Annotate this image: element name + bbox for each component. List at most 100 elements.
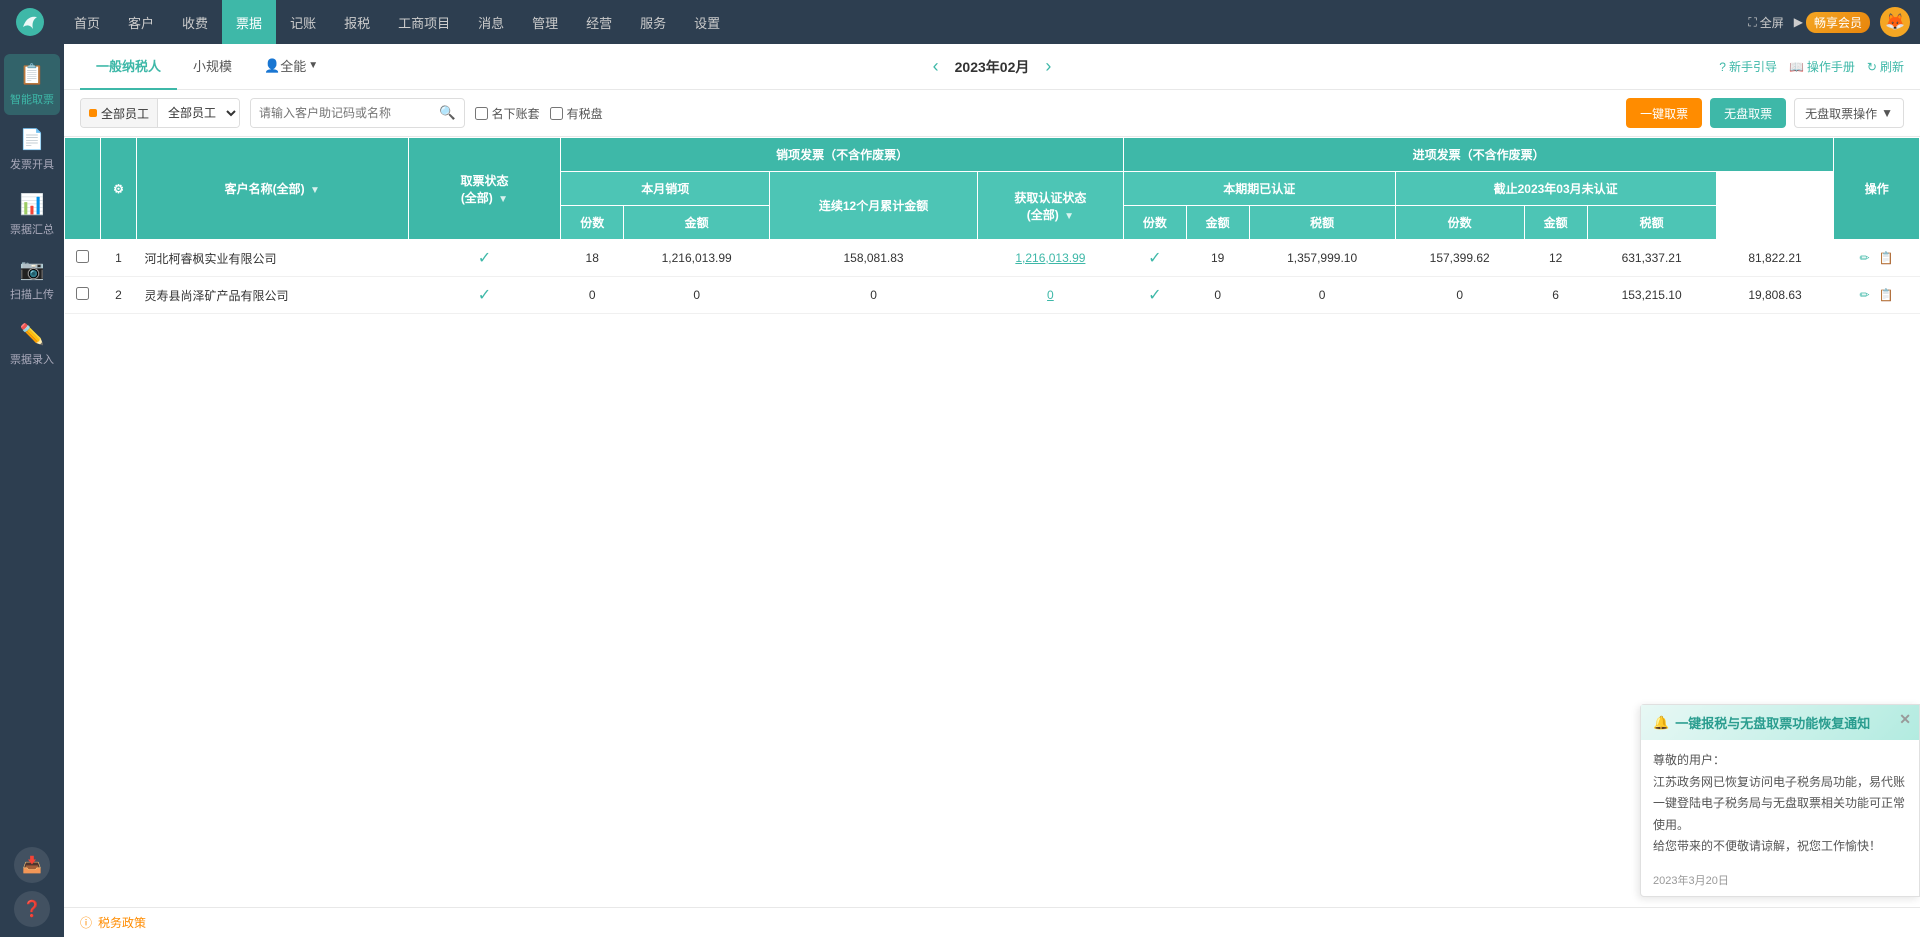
row2-checkbox-input[interactable] [76, 287, 89, 300]
nav-bookkeeping[interactable]: 记账 [276, 0, 330, 44]
row1-cert-amount: 1,357,999.10 [1249, 240, 1395, 277]
tab-small-scale[interactable]: 小规模 [177, 44, 248, 90]
tab-general-taxpayer[interactable]: 一般纳税人 [80, 44, 177, 90]
tab-small-label: 小规模 [193, 56, 232, 75]
row2-month-tax: 0 [770, 277, 978, 314]
nav-messages[interactable]: 消息 [464, 0, 518, 44]
col-name-header[interactable]: 客户名称(全部) ▼ [137, 138, 409, 240]
sub-tabs-bar: 一般纳税人 小规模 👤 全能 ▼ ‹ 2023年02月 › ? 新手引导 📖 操… [64, 44, 1920, 90]
nav-home[interactable]: 首页 [60, 0, 114, 44]
date-next-btn[interactable]: › [1041, 56, 1055, 77]
vip-btn[interactable]: ▶ 畅享会员 [1794, 12, 1870, 33]
invoice-table: ⚙ 客户名称(全部) ▼ 取票状态 (全部) ▼ 销项发票（不含作废票） 进项发… [64, 137, 1920, 314]
nav-business[interactable]: 工商项目 [384, 0, 464, 44]
nav-items: 首页 客户 收费 票据 记账 报税 工商项目 消息 管理 经营 服务 设置 [60, 0, 1748, 44]
checkbox-taxdisk[interactable]: 有税盘 [550, 105, 603, 122]
col-month-sales-header: 本月销项 [561, 172, 770, 206]
one-key-fetch-btn[interactable]: 一键取票 [1626, 98, 1702, 128]
tab-all-label: 全能 [280, 56, 306, 75]
sidebar-item-label-entry: 票据录入 [10, 351, 54, 367]
invoice-entry-icon: ✏️ [20, 322, 45, 347]
checkbox-account[interactable]: 名下账套 [475, 105, 540, 122]
checkbox-taxdisk-input[interactable] [550, 107, 563, 120]
sidebar-item-invoice-entry[interactable]: ✏️ 票据录入 [4, 314, 60, 375]
top-navigation: 首页 客户 收费 票据 记账 报税 工商项目 消息 管理 经营 服务 设置 ⛶ … [0, 0, 1920, 44]
smart-fetch-icon: 📋 [20, 62, 45, 87]
app-logo[interactable] [10, 2, 50, 42]
scan-upload-icon: 📷 [20, 257, 45, 282]
employee-select-label: 全部员工 [81, 99, 158, 127]
invoice-summary-icon: 📊 [20, 192, 45, 217]
employee-select-dropdown[interactable]: 全部员工 [158, 99, 239, 127]
name-filter-icon: ▼ [310, 185, 320, 196]
row1-cumulative-link[interactable]: 1,216,013.99 [1015, 251, 1085, 265]
notification-text: 尊敬的用户： [1653, 750, 1907, 772]
row2-edit-icon[interactable]: ✏ [1860, 288, 1870, 302]
col-fetch-status-header[interactable]: 取票状态 (全部) ▼ [408, 138, 561, 240]
row1-no: 1 [101, 240, 137, 277]
toolbar-right: 一键取票 无盘取票 无盘取票操作 ▼ [1626, 98, 1904, 128]
row2-no: 2 [101, 277, 137, 314]
row1-uncert-count: 12 [1524, 240, 1587, 277]
notification-close-btn[interactable]: ✕ [1899, 711, 1911, 728]
row2-checkbox[interactable] [65, 277, 101, 314]
row2-uncert-count: 6 [1524, 277, 1587, 314]
nav-settings[interactable]: 设置 [680, 0, 734, 44]
tax-policy-link[interactable]: 税务政策 [98, 914, 146, 931]
dropdown-arrow-icon: ▼ [1881, 106, 1893, 120]
nav-manage[interactable]: 管理 [518, 0, 572, 44]
col-cert-status-header[interactable]: 获取认证状态 (全部) ▼ [977, 172, 1123, 240]
user-avatar[interactable]: 🦊 [1880, 7, 1910, 37]
sidebar-item-invoice-summary[interactable]: 📊 票据汇总 [4, 184, 60, 245]
row1-more-icon[interactable]: 📋 [1879, 251, 1894, 265]
guide-btn[interactable]: ? 新手引导 [1719, 58, 1777, 75]
tab-all[interactable]: 👤 全能 ▼ [248, 44, 334, 90]
table-body: 1 河北柯睿枫实业有限公司 ✓ 18 1,216,013.99 158,081.… [65, 240, 1920, 314]
tax-policy-icon: ⓘ [80, 914, 92, 931]
nav-invoices[interactable]: 票据 [222, 0, 276, 44]
row1-edit-icon[interactable]: ✏ [1860, 251, 1870, 265]
row2-cumulative[interactable]: 0 [977, 277, 1123, 314]
nav-billing[interactable]: 收费 [168, 0, 222, 44]
search-button[interactable]: 🔍 [431, 99, 464, 127]
row1-cumulative[interactable]: 1,216,013.99 [977, 240, 1123, 277]
sidebar-item-smart-fetch[interactable]: 📋 智能取票 [4, 54, 60, 115]
nav-service[interactable]: 服务 [626, 0, 680, 44]
nav-customers[interactable]: 客户 [114, 0, 168, 44]
search-box: 🔍 [250, 98, 465, 128]
row1-uncert-amount: 631,337.21 [1587, 240, 1716, 277]
date-prev-btn[interactable]: ‹ [929, 56, 943, 77]
sidebar-item-invoice-issue[interactable]: 📄 发票开具 [4, 119, 60, 180]
row1-month-amount: 1,216,013.99 [624, 240, 770, 277]
row1-checkbox[interactable] [65, 240, 101, 277]
col-group-sales: 销项发票（不含作废票） [561, 138, 1124, 172]
col-uncert-tax-header: 税额 [1587, 206, 1716, 240]
no-disk-fetch-btn[interactable]: 无盘取票 [1710, 98, 1786, 128]
checkbox-account-input[interactable] [475, 107, 488, 120]
download-btn[interactable]: 📥 [14, 847, 50, 883]
notification-bell-icon: 🔔 [1653, 715, 1669, 731]
fullscreen-btn[interactable]: ⛶ 全屏 [1748, 14, 1783, 31]
row2-name: 灵寿县尚泽矿产品有限公司 [137, 277, 409, 314]
table-header-group-row: ⚙ 客户名称(全部) ▼ 取票状态 (全部) ▼ 销项发票（不含作废票） 进项发… [65, 138, 1920, 172]
sidebar-item-label-summary: 票据汇总 [10, 221, 54, 237]
no-disk-ops-btn[interactable]: 无盘取票操作 ▼ [1794, 98, 1904, 128]
col-uncert-amount-header: 金额 [1524, 206, 1587, 240]
col-settings-header: ⚙ [101, 138, 137, 240]
nav-operations[interactable]: 经营 [572, 0, 626, 44]
row2-cumulative-link[interactable]: 0 [1047, 288, 1054, 302]
manual-btn[interactable]: 📖 操作手册 [1789, 58, 1855, 75]
nav-tax[interactable]: 报税 [330, 0, 384, 44]
search-input[interactable] [251, 99, 431, 127]
sidebar-item-scan-upload[interactable]: 📷 扫描上传 [4, 249, 60, 310]
col-uncert-count-header: 份数 [1395, 206, 1524, 240]
row1-checkbox-input[interactable] [76, 250, 89, 263]
row2-cert-tax: 0 [1395, 277, 1524, 314]
refresh-btn[interactable]: ↻ 刷新 [1867, 58, 1904, 75]
sidebar-item-label-issue: 发票开具 [10, 156, 54, 172]
row2-more-icon[interactable]: 📋 [1879, 288, 1894, 302]
employee-select-wrapper: 全部员工 全部员工 [80, 98, 240, 128]
help-btn[interactable]: ❓ [14, 891, 50, 927]
col-month-amount-header: 金额 [624, 206, 770, 240]
col-action-header: 操作 [1834, 138, 1920, 240]
